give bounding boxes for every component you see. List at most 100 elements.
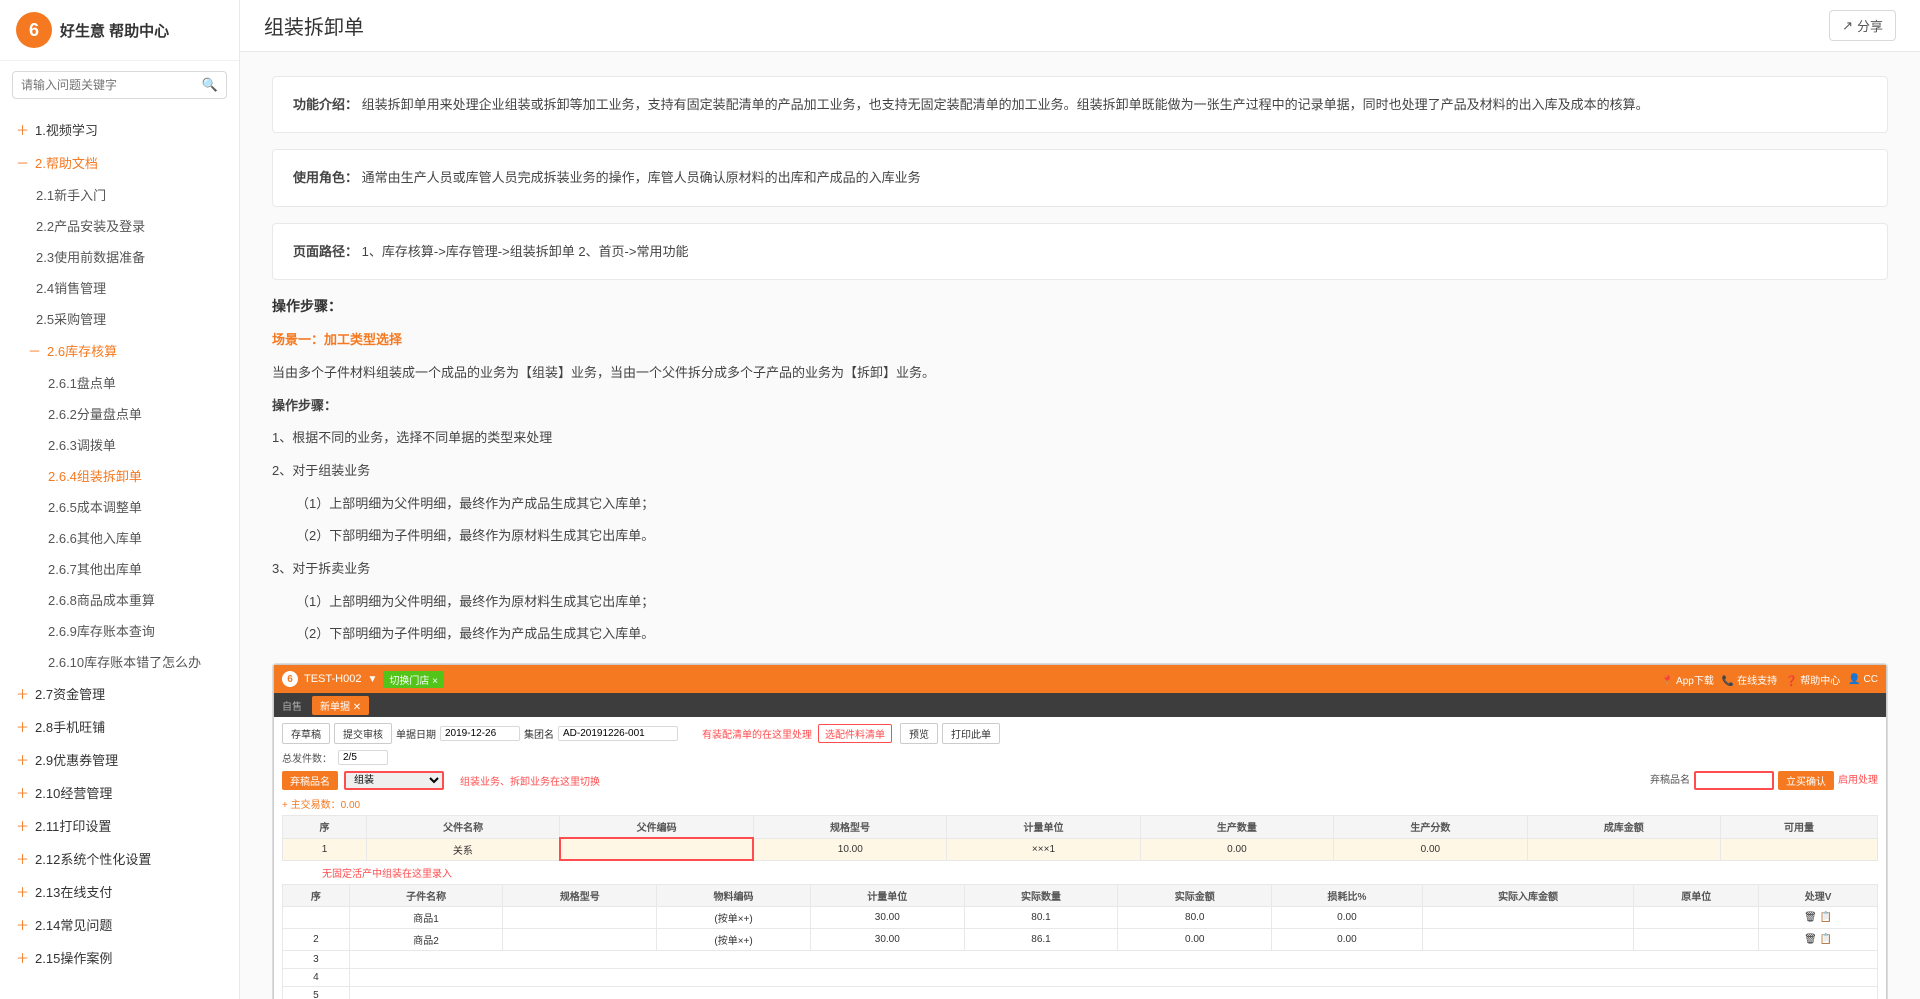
app-id: TEST-H002 — [304, 673, 361, 685]
sidebar-item-sub29[interactable]: ＋ 2.9优惠券管理 — [0, 743, 239, 776]
scene1-desc: 当由多个子件材料组装成一个成品的业务为【组装】业务，当由一个父件拆分成多个子产品… — [272, 361, 1888, 386]
app-dropdown-icon: ▼ — [367, 674, 377, 685]
app-action-btns: 预览 打印此单 — [900, 723, 1000, 744]
step2: 2、对于组装业务 — [272, 459, 1888, 484]
plus-icon-211: ＋ — [16, 816, 29, 835]
app-doc-input[interactable] — [558, 726, 678, 741]
role-text: 通常由生产人员或库管人员完成拆装业务的操作，库管人员确认原材料的出库和产成品的入… — [362, 170, 921, 185]
app-table-parent: 序 父件名称 父件编码 规格型号 计量单位 生产数量 生产分数 成库金额 可用量 — [282, 815, 1878, 861]
sidebar-item-video[interactable]: ＋ 1.视频学习 — [0, 113, 239, 146]
plus-icon-27: ＋ — [16, 684, 29, 703]
col-pname: 父件名称 — [366, 816, 559, 839]
sidebar-item-sub27[interactable]: ＋ 2.7资金管理 — [0, 677, 239, 710]
page-title: 组装拆卸单 — [264, 11, 364, 40]
ops-section: 操作步骤： 场景一：加工类型选择 当由多个子件材料组装成一个成品的业务为【组装】… — [272, 296, 1888, 647]
app-process-label: 弃稿品名 — [282, 771, 338, 790]
app-topbar-icon2: 📞 在线支持 — [1722, 672, 1777, 687]
app-screenshot: 6 TEST-H002 ▼ 切换门店 × 📍 App下载 📞 在线支持 ❓ 帮助… — [273, 664, 1887, 999]
top-bar: 组装拆卸单 ↗ 分享 — [240, 0, 1920, 52]
app-nav-bar: 自售 新单据 ✕ — [274, 693, 1886, 717]
step2-1: （1）上部明细为父件明细，最终作为产成品生成其它入库单； — [272, 492, 1888, 517]
sidebar-item-sub262[interactable]: 2.6.2分量盘点单 — [0, 398, 239, 429]
sidebar-item-sub261[interactable]: 2.6.1盘点单 — [0, 367, 239, 398]
app-doc-field: 集团名 — [524, 726, 678, 741]
sidebar-item-sub28[interactable]: ＋ 2.8手机旺铺 — [0, 710, 239, 743]
app-topbar-right: 📍 App下载 📞 在线支持 ❓ 帮助中心 👤 CC — [1661, 672, 1878, 687]
app-topbar-icon3: ❓ 帮助中心 — [1785, 672, 1840, 687]
app-right-actions: 弃稿品名 立买确认 启用处理 — [1650, 771, 1878, 790]
sidebar-item-sub266[interactable]: 2.6.6其他入库单 — [0, 522, 239, 553]
logo-icon: 6 — [16, 12, 52, 48]
sidebar-item-sub25[interactable]: 2.5采购管理 — [0, 303, 239, 334]
sidebar-item-sub21[interactable]: 2.1新手入门 — [0, 179, 239, 210]
sidebar-item-sub24[interactable]: 2.4销售管理 — [0, 272, 239, 303]
path-label: 页面路径： — [293, 244, 358, 259]
sidebar-item-sub215[interactable]: ＋ 2.15操作案例 — [0, 941, 239, 974]
sidebar-item-sub269[interactable]: 2.6.9库存账本查询 — [0, 615, 239, 646]
sidebar-item-sub265[interactable]: 2.6.5成本调整单 — [0, 491, 239, 522]
main-panel: 组装拆卸单 ↗ 分享 功能介绍： 组装拆卸单用来处理企业组装或拆卸等加工业务，支… — [240, 0, 1920, 999]
sidebar-item-sub264[interactable]: 2.6.4组装拆卸单 — [0, 460, 239, 491]
sidebar-item-sub210[interactable]: ＋ 2.10经营管理 — [0, 776, 239, 809]
role-block: 使用角色： 通常由生产人员或库管人员完成拆装业务的操作，库管人员确认原材料的出库… — [272, 149, 1888, 206]
step3: 3、对于拆卖业务 — [272, 557, 1888, 582]
app-btn-more[interactable]: 打印此单 — [942, 723, 1000, 744]
app-count-input[interactable] — [338, 750, 388, 765]
col-pcode: 父件编码 — [560, 816, 753, 839]
app-topbar-left: 6 TEST-H002 ▼ 切换门店 × — [282, 671, 444, 688]
sidebar-item-sub268[interactable]: 2.6.8商品成本重算 — [0, 584, 239, 615]
screenshot-container: 6 TEST-H002 ▼ 切换门店 × 📍 App下载 📞 在线支持 ❓ 帮助… — [272, 663, 1888, 999]
col-avail: 可用量 — [1721, 816, 1878, 839]
plus-icon-29: ＋ — [16, 750, 29, 769]
sidebar-item-sub263[interactable]: 2.6.3调拨单 — [0, 429, 239, 460]
sidebar: 6 好生意 帮助中心 🔍 ＋ 1.视频学习 － 2.帮助文档 2.1新手入门 2… — [0, 0, 240, 999]
usable-label: 弃稿品名 — [1650, 771, 1690, 790]
app-btn-save[interactable]: 存草稿 — [282, 723, 330, 744]
app-add-row: + 主交易数：0.00 — [282, 796, 1878, 811]
table-row: 4 — [283, 969, 1878, 987]
app-toolbar-row: 存草稿 提交审核 单据日期 集团名 有装配清单的在这里处理 — [282, 723, 1878, 744]
scene1-title: 场景一：加工类型选择 — [272, 328, 1888, 353]
sidebar-item-sub26[interactable]: － 2.6库存核算 — [0, 334, 239, 367]
share-icon: ↗ — [1842, 18, 1853, 34]
step1: 1、根据不同的业务，选择不同单据的类型来处理 — [272, 426, 1888, 451]
plus-icon-215: ＋ — [16, 948, 29, 967]
sidebar-item-docs[interactable]: － 2.帮助文档 — [0, 146, 239, 179]
app-topbar-icon4: 👤 CC — [1848, 674, 1878, 685]
share-button[interactable]: ↗ 分享 — [1829, 10, 1896, 41]
step2-2: （2）下部明细为子件明细，最终作为原材料生成其它出库单。 — [272, 524, 1888, 549]
app-date-input[interactable] — [440, 726, 520, 741]
sidebar-item-sub23[interactable]: 2.3使用前数据准备 — [0, 241, 239, 272]
app-topbar-icon1: 📍 App下载 — [1661, 672, 1713, 687]
sidebar-item-sub214[interactable]: ＋ 2.14常见问题 — [0, 908, 239, 941]
app-btn-print[interactable]: 预览 — [900, 723, 938, 744]
sidebar-item-sub2610[interactable]: 2.6.10库存账本错了怎么办 — [0, 646, 239, 677]
sidebar-item-sub267[interactable]: 2.6.7其他出库单 — [0, 553, 239, 584]
search-input[interactable] — [21, 78, 202, 92]
app-btn-confirm[interactable]: 立买确认 — [1778, 771, 1834, 790]
content-area: 功能介绍： 组装拆卸单用来处理企业组装或拆卸等加工业务，支持有固定装配清单的产品… — [240, 52, 1920, 999]
plus-icon-212: ＋ — [16, 849, 29, 868]
col-seq: 序 — [283, 816, 367, 839]
app-logo: 6 — [282, 671, 298, 687]
sidebar-item-sub211[interactable]: ＋ 2.11打印设置 — [0, 809, 239, 842]
app-usable-input[interactable] — [1694, 771, 1774, 790]
step3-1: （1）上部明细为父件明细，最终作为原材料生成其它出库单； — [272, 590, 1888, 615]
plus-icon-214: ＋ — [16, 915, 29, 934]
annotation-btn1: 选配件料清单 — [818, 724, 892, 743]
app-type-select[interactable]: 组装 拆卸 — [344, 771, 444, 790]
sidebar-item-sub213[interactable]: ＋ 2.13在线支付 — [0, 875, 239, 908]
app-process-row: 弃稿品名 组装 拆卸 组装业务、拆卸业务在这里切换 弃稿品名 立买确认 启用处理 — [282, 771, 1878, 790]
doc-label: 集团名 — [524, 726, 554, 741]
app-topbar: 6 TEST-H002 ▼ 切换门店 × 📍 App下载 📞 在线支持 ❓ 帮助… — [274, 665, 1886, 693]
search-bar[interactable]: 🔍 — [12, 71, 227, 99]
app-btn-submit[interactable]: 提交审核 — [334, 723, 392, 744]
nav-home: 自售 — [282, 698, 302, 713]
intro-label: 功能介绍： — [293, 97, 358, 112]
sidebar-item-sub212[interactable]: ＋ 2.12系统个性化设置 — [0, 842, 239, 875]
path-block: 页面路径： 1、库存核算->库存管理->组装拆卸单 2、首页->常用功能 — [272, 223, 1888, 280]
app-add-icon: + 主交易数：0.00 — [282, 796, 360, 811]
table-row: 2 商品2 (按单×+) 30.00 86.1 0.00 0.00 🗑 — [283, 929, 1878, 951]
nav-new-doc: 新单据 ✕ — [312, 696, 369, 715]
sidebar-item-sub22[interactable]: 2.2产品安装及登录 — [0, 210, 239, 241]
